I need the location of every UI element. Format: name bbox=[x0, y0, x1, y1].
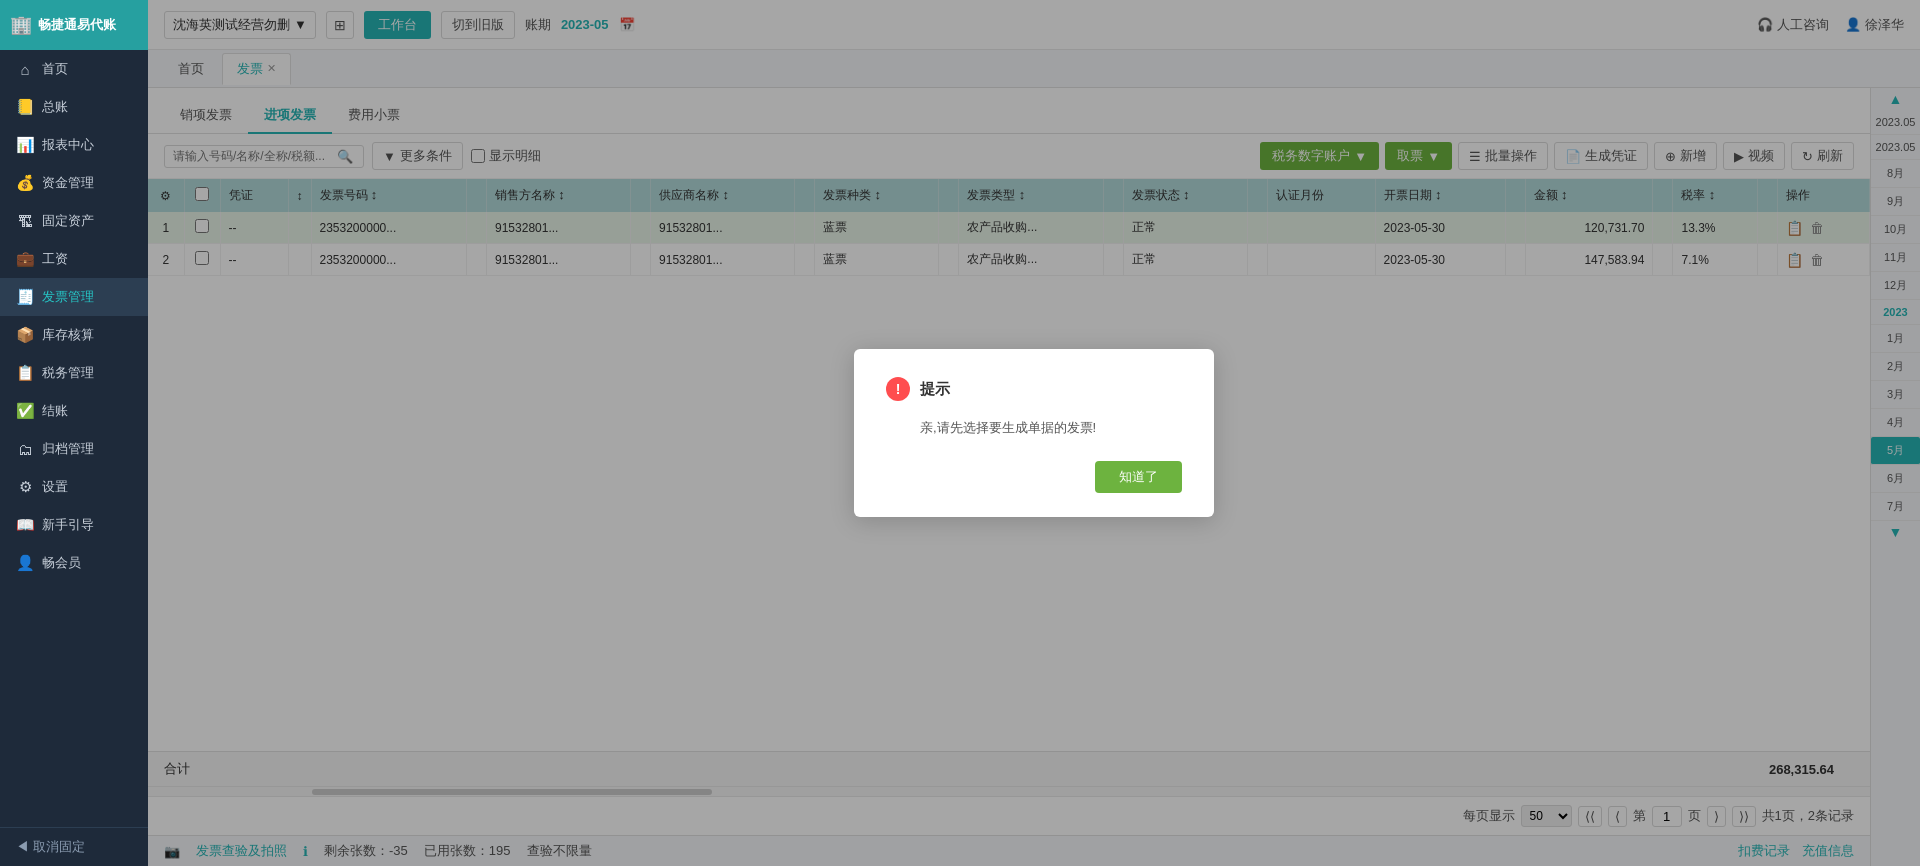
funds-icon: 💰 bbox=[16, 174, 34, 192]
sidebar-item-ledger[interactable]: 📒 总账 bbox=[0, 88, 148, 126]
sidebar-bottom[interactable]: ◀ 取消固定 bbox=[0, 827, 148, 866]
sidebar-item-reports[interactable]: 📊 报表中心 bbox=[0, 126, 148, 164]
sidebar-label-tax: 税务管理 bbox=[42, 364, 94, 382]
sidebar-label-member: 畅会员 bbox=[42, 554, 81, 572]
modal-dialog: ! 提示 亲,请先选择要生成单据的发票! 知道了 bbox=[854, 349, 1214, 517]
reports-icon: 📊 bbox=[16, 136, 34, 154]
modal-confirm-button[interactable]: 知道了 bbox=[1095, 461, 1182, 493]
modal-body: 亲,请先选择要生成单据的发票! bbox=[920, 419, 1182, 437]
modal-title: 提示 bbox=[920, 380, 950, 399]
invoice-icon: 🧾 bbox=[16, 288, 34, 306]
sidebar-item-invoice[interactable]: 🧾 发票管理 bbox=[0, 278, 148, 316]
sidebar-label-guide: 新手引导 bbox=[42, 516, 94, 534]
sidebar-label-home: 首页 bbox=[42, 60, 68, 78]
sidebar-unpin-label: ◀ 取消固定 bbox=[16, 838, 85, 856]
sidebar: 🏢 畅捷通易代账 ⌂ 首页 📒 总账 📊 报表中心 💰 资金管理 🏗 固定资产 … bbox=[0, 0, 148, 866]
modal-message: 亲,请先选择要生成单据的发票! bbox=[920, 420, 1096, 435]
sidebar-label-inventory: 库存核算 bbox=[42, 326, 94, 344]
sidebar-item-inventory[interactable]: 📦 库存核算 bbox=[0, 316, 148, 354]
sidebar-item-archive[interactable]: 🗂 归档管理 bbox=[0, 430, 148, 468]
settle-icon: ✅ bbox=[16, 402, 34, 420]
sidebar-item-home[interactable]: ⌂ 首页 bbox=[0, 50, 148, 88]
modal-header: ! 提示 bbox=[886, 377, 1182, 401]
sidebar-label-funds: 资金管理 bbox=[42, 174, 94, 192]
logo-text: 畅捷通易代账 bbox=[38, 16, 116, 34]
sidebar-item-assets[interactable]: 🏗 固定资产 bbox=[0, 202, 148, 240]
sidebar-item-salary[interactable]: 💼 工资 bbox=[0, 240, 148, 278]
modal-footer: 知道了 bbox=[886, 461, 1182, 493]
sidebar-item-settings[interactable]: ⚙ 设置 bbox=[0, 468, 148, 506]
sidebar-label-reports: 报表中心 bbox=[42, 136, 94, 154]
logo-icon: 🏢 bbox=[10, 14, 32, 36]
sidebar-label-settings: 设置 bbox=[42, 478, 68, 496]
ledger-icon: 📒 bbox=[16, 98, 34, 116]
guide-icon: 📖 bbox=[16, 516, 34, 534]
sidebar-item-guide[interactable]: 📖 新手引导 bbox=[0, 506, 148, 544]
modal-warning-icon: ! bbox=[886, 377, 910, 401]
sidebar-logo: 🏢 畅捷通易代账 bbox=[0, 0, 148, 50]
sidebar-label-assets: 固定资产 bbox=[42, 212, 94, 230]
sidebar-label-ledger: 总账 bbox=[42, 98, 68, 116]
salary-icon: 💼 bbox=[16, 250, 34, 268]
sidebar-label-invoice: 发票管理 bbox=[42, 288, 94, 306]
inventory-icon: 📦 bbox=[16, 326, 34, 344]
modal-overlay: ! 提示 亲,请先选择要生成单据的发票! 知道了 bbox=[148, 0, 1920, 866]
settings-icon: ⚙ bbox=[16, 478, 34, 496]
sidebar-item-settle[interactable]: ✅ 结账 bbox=[0, 392, 148, 430]
assets-icon: 🏗 bbox=[16, 213, 34, 230]
sidebar-item-tax[interactable]: 📋 税务管理 bbox=[0, 354, 148, 392]
sidebar-label-settle: 结账 bbox=[42, 402, 68, 420]
home-icon: ⌂ bbox=[16, 61, 34, 78]
archive-icon: 🗂 bbox=[16, 441, 34, 458]
tax-icon: 📋 bbox=[16, 364, 34, 382]
sidebar-label-salary: 工资 bbox=[42, 250, 68, 268]
sidebar-item-member[interactable]: 👤 畅会员 bbox=[0, 544, 148, 582]
sidebar-item-funds[interactable]: 💰 资金管理 bbox=[0, 164, 148, 202]
member-icon: 👤 bbox=[16, 554, 34, 572]
sidebar-label-archive: 归档管理 bbox=[42, 440, 94, 458]
main-area: 沈海英测试经营勿删 ▼ ⊞ 工作台 切到旧版 账期 2023-05 📅 🎧 人工… bbox=[148, 0, 1920, 866]
